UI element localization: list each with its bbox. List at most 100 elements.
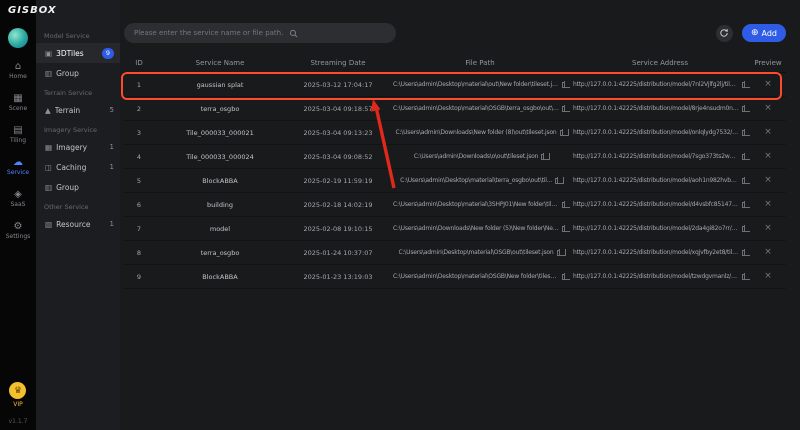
cell-file-path: C:\Users\admin\Desktop\material\OSGB\ter…: [390, 105, 570, 112]
sidebar-item-label: Imagery: [56, 142, 88, 152]
table-header: ID Service Name Streaming Date File Path Ser…: [124, 53, 786, 73]
close-icon[interactable]: ×: [764, 224, 772, 233]
close-icon[interactable]: ×: [764, 200, 772, 209]
cell-id: 4: [136, 152, 142, 161]
nav-rail-bottom: ♛ VIP v1.1.7: [8, 382, 28, 430]
copy-icon[interactable]: [559, 129, 569, 136]
rail-item-tiling[interactable]: ▤ Tiling: [0, 120, 36, 148]
service-address-text: http://127.0.0.1:42225/distribution/mode…: [573, 81, 739, 88]
cell-preview: ×: [750, 200, 786, 209]
copy-icon[interactable]: [556, 249, 566, 256]
cell-preview: ×: [750, 224, 786, 233]
copy-icon[interactable]: [562, 105, 570, 112]
cell-preview: ×: [750, 152, 786, 161]
cell-file-path: C:\Users\admin\Downloads\o\out\tileset.j…: [390, 153, 570, 160]
caching-icon: ◫: [45, 162, 53, 172]
app-version: v1.1.7: [8, 418, 28, 425]
sidebar-item-group-imagery[interactable]: ▥ Group: [36, 177, 120, 197]
table-row[interactable]: 9 BlockABBA 2025-01-23 13:19:03 C:\Users\ad…: [124, 265, 786, 289]
copy-icon[interactable]: [742, 177, 750, 184]
cell-service-name: Tile_000033_000021: [186, 128, 254, 137]
sidebar-item-label: Caching: [56, 162, 87, 172]
rail-item-label: Tiling: [9, 136, 27, 144]
table-row[interactable]: 2 terra_osgbo 2025-03-04 09:18:57 C:\Users\…: [124, 97, 786, 121]
table-row[interactable]: 8 terra_osgbo 2025-01-24 10:37:07 C:\Users\…: [124, 241, 786, 265]
sidebar-item-caching[interactable]: ◫ Caching 1: [36, 157, 120, 177]
cell-streaming-date: 2025-01-24 10:37:07: [303, 248, 373, 257]
cell-service-name: terra_osgbo: [200, 104, 240, 113]
close-icon[interactable]: ×: [764, 80, 772, 89]
search-input[interactable]: Please enter the service name or file pa…: [124, 23, 396, 43]
settings-icon: ⚙: [13, 220, 23, 232]
cell-service-address: http://127.0.0.1:42225/distribution/mode…: [570, 201, 750, 208]
table-row[interactable]: 3 Tile_000033_000021 2025-03-04 09:13:23 C:…: [124, 121, 786, 145]
copy-icon[interactable]: [742, 129, 750, 136]
sidebar-item-label: 3DTiles: [56, 48, 84, 58]
copy-icon[interactable]: [562, 81, 570, 88]
table-row[interactable]: 6 building 2025-02-18 14:02:19 C:\Users\adm…: [124, 193, 786, 217]
column-header: Preview: [754, 58, 782, 67]
sidebar-item-resource[interactable]: ▧ Resource 1: [36, 214, 120, 234]
column-header: ID: [135, 58, 143, 67]
close-icon[interactable]: ×: [764, 272, 772, 281]
cell-service-name: BlockABBA: [202, 176, 238, 185]
cell-streaming-date: 2025-03-04 09:13:23: [303, 128, 373, 137]
copy-icon[interactable]: [742, 225, 750, 232]
cube-icon: ▣: [45, 48, 53, 58]
sidebar-item-terrain[interactable]: ▲ Terrain 5: [36, 100, 120, 120]
close-icon[interactable]: ×: [764, 128, 772, 137]
rail-item-home[interactable]: ⌂ Home: [0, 56, 36, 84]
app-window: GISBOX ⌂ Home ▦ Scene ▤ Tiling ☁ Service ◈ SaaS ⚙ S…: [0, 0, 800, 430]
close-icon[interactable]: ×: [764, 176, 772, 185]
column-header: Streaming Date: [310, 58, 366, 67]
close-icon[interactable]: ×: [764, 104, 772, 113]
copy-icon[interactable]: [742, 273, 750, 280]
main-panel: Please enter the service name or file pa…: [120, 0, 800, 430]
copy-icon[interactable]: [554, 177, 564, 184]
close-icon[interactable]: ×: [764, 152, 772, 161]
vip-badge[interactable]: ♛ VIP: [9, 382, 27, 408]
refresh-icon: [720, 28, 729, 37]
copy-icon[interactable]: [742, 201, 750, 208]
table-row[interactable]: 7 model 2025-02-08 19:10:15 C:\Users\admin\…: [124, 217, 786, 241]
sidebar: Model Service ▣ 3DTiles 9 ▥ Group Terrain Serv…: [36, 0, 120, 430]
copy-icon[interactable]: [562, 225, 570, 232]
refresh-button[interactable]: [715, 24, 733, 42]
service-address-text: http://127.0.0.1:42225/distribution/mode…: [573, 129, 739, 136]
rail-item-saas[interactable]: ◈ SaaS: [0, 184, 36, 212]
copy-icon[interactable]: [562, 273, 570, 280]
sidebar-section-title: Model Service: [44, 32, 90, 40]
cell-service-address: http://127.0.0.1:42225/distribution/mode…: [570, 129, 750, 136]
nav-rail: ⌂ Home ▦ Scene ▤ Tiling ☁ Service ◈ SaaS ⚙ Settings…: [0, 0, 36, 430]
add-button[interactable]: ⊕ Add: [741, 24, 786, 42]
sidebar-item-group-model[interactable]: ▥ Group: [36, 63, 120, 83]
sidebar-section-title: Terrain Service: [44, 89, 93, 97]
copy-icon[interactable]: [742, 153, 750, 160]
table-row[interactable]: 4 Tile_000033_000024 2025-03-04 09:08:52 C:…: [124, 145, 786, 169]
cell-file-path: C:\Users\admin\Desktop\material\OSGB\New…: [390, 273, 570, 280]
service-address-text: http://127.0.0.1:42225/distribution/mode…: [573, 177, 739, 184]
user-avatar[interactable]: [8, 28, 28, 48]
rail-item-settings[interactable]: ⚙ Settings: [0, 216, 36, 244]
cell-file-path: C:\Users\admin\Desktop\material\terra_os…: [390, 177, 570, 184]
sidebar-item-imagery[interactable]: ▦ Imagery 1: [36, 137, 120, 157]
cell-file-path: C:\Users\admin\Desktop\material\OSGB\out…: [390, 249, 570, 256]
column-header: File Path: [465, 58, 495, 67]
copy-icon[interactable]: [562, 201, 570, 208]
copy-icon[interactable]: [742, 81, 750, 88]
search-placeholder: Please enter the service name or file pa…: [134, 29, 284, 37]
copy-icon[interactable]: [541, 153, 551, 160]
cell-service-name: terra_osgbo: [200, 248, 240, 257]
copy-icon[interactable]: [742, 105, 750, 112]
copy-icon[interactable]: [742, 249, 750, 256]
home-icon: ⌂: [14, 60, 22, 72]
rail-item-scene[interactable]: ▦ Scene: [0, 88, 36, 116]
cell-file-path: C:\Users\admin\Desktop\material\out\New …: [390, 81, 570, 88]
table-row[interactable]: 5 BlockABBA 2025-02-19 11:59:19 C:\Users\ad…: [124, 169, 786, 193]
close-icon[interactable]: ×: [764, 248, 772, 257]
sidebar-item-3dtiles[interactable]: ▣ 3DTiles 9: [36, 43, 120, 63]
file-path-text: C:\Users\admin\Desktop\material\terra_os…: [400, 177, 552, 184]
rail-item-service[interactable]: ☁ Service: [0, 152, 36, 180]
table-row[interactable]: 1 gaussian splat 2025-03-12 17:04:17 C:\Use…: [124, 73, 786, 97]
cell-streaming-date: 2025-02-08 19:10:15: [303, 224, 373, 233]
